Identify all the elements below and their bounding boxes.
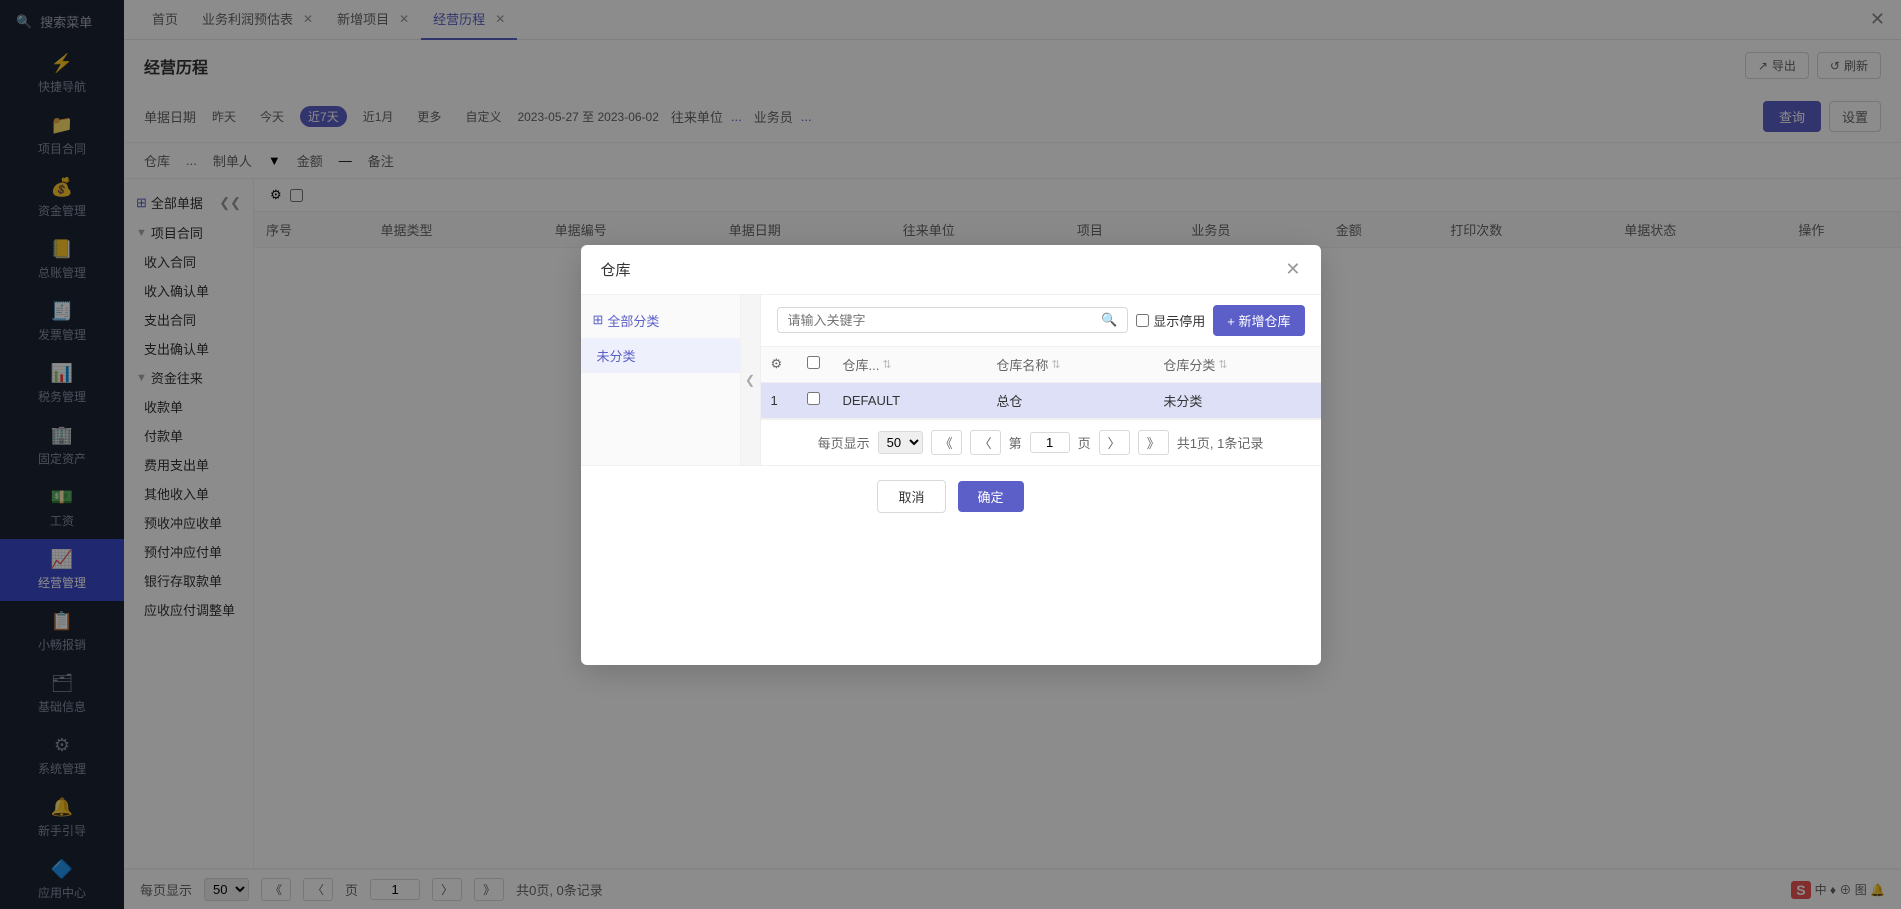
modal-th-code-label: 仓库... <box>843 355 880 374</box>
modal-th-category-label: 仓库分类 <box>1163 355 1215 374</box>
modal-sidebar-all-label: 全部分类 <box>607 311 659 330</box>
modal-table-wrap: ⚙ 仓库... ⇅ <box>761 347 1321 419</box>
sort-icon-code: ⇅ <box>882 358 891 371</box>
modal-per-page-select[interactable]: 50 <box>878 431 923 454</box>
show-disabled-text: 显示停用 <box>1153 311 1205 330</box>
modal-header: 仓库 ✕ <box>581 245 1321 295</box>
search-icon-modal: 🔍 <box>1101 312 1117 328</box>
modal-sidebar-unclassified[interactable]: 未分类 <box>581 338 740 373</box>
modal-th-gear: ⚙ <box>761 347 797 383</box>
modal-body: ⊞ 全部分类 未分类 ❮ 🔍 显示停用 <box>581 295 1321 465</box>
modal-td-checkbox-1 <box>797 382 833 418</box>
modal-total: 共1页, 1条记录 <box>1177 433 1264 452</box>
show-disabled-checkbox[interactable] <box>1136 314 1149 327</box>
search-box: 🔍 <box>777 307 1129 333</box>
modal-confirm-button[interactable]: 确定 <box>958 481 1024 512</box>
warehouse-modal: 仓库 ✕ ⊞ 全部分类 未分类 ❮ 🔍 <box>581 245 1321 665</box>
modal-table-row-1[interactable]: 1 DEFAULT 总仓 未分类 <box>761 382 1321 418</box>
modal-collapse-icon: ❮ <box>745 373 755 387</box>
modal-sidebar-all[interactable]: ⊞ 全部分类 <box>581 303 740 338</box>
modal-prev-btn[interactable]: 〈 <box>970 430 1001 455</box>
modal-next-btn[interactable]: 〉 <box>1099 430 1130 455</box>
modal-th-name: 仓库名称 ⇅ <box>986 347 1153 383</box>
modal-td-name-1: 总仓 <box>986 382 1153 418</box>
modal-sidebar-unclassified-label: 未分类 <box>597 349 636 364</box>
sort-icon-name: ⇅ <box>1051 358 1060 371</box>
add-warehouse-button[interactable]: + 新增仓库 <box>1213 305 1304 336</box>
modal-page-label: 页 <box>1078 433 1091 452</box>
modal-th-name-sort[interactable]: 仓库名称 ⇅ <box>996 355 1143 374</box>
modal-page-input[interactable] <box>1030 432 1070 453</box>
modal-th-code: 仓库... ⇅ <box>833 347 987 383</box>
modal-last-btn[interactable]: 》 <box>1138 430 1169 455</box>
modal-toolbar: 🔍 显示停用 + 新增仓库 <box>761 295 1321 347</box>
modal-th-name-label: 仓库名称 <box>996 355 1048 374</box>
modal-row1-checkbox[interactable] <box>807 392 820 405</box>
modal-th-category-sort[interactable]: 仓库分类 ⇅ <box>1163 355 1310 374</box>
modal-sidebar: ⊞ 全部分类 未分类 <box>581 295 741 465</box>
modal-main: 🔍 显示停用 + 新增仓库 ⚙ <box>761 295 1321 465</box>
sort-icon-category: ⇅ <box>1218 358 1227 371</box>
warehouse-search-input[interactable] <box>788 313 1096 328</box>
modal-select-all-checkbox[interactable] <box>807 356 820 369</box>
modal-collapse-strip[interactable]: ❮ <box>741 295 761 465</box>
modal-page-word: 第 <box>1009 433 1022 452</box>
modal-per-page-label: 每页显示 <box>818 433 870 452</box>
modal-table: ⚙ 仓库... ⇅ <box>761 347 1321 419</box>
modal-pagination: 每页显示 50 《 〈 第 页 〉 》 共1页, 1条记录 <box>761 419 1321 465</box>
modal-td-category-1: 未分类 <box>1153 382 1320 418</box>
modal-th-checkbox <box>797 347 833 383</box>
modal-first-btn[interactable]: 《 <box>931 430 962 455</box>
modal-footer: 取消 确定 <box>581 465 1321 527</box>
gear-icon-modal-th[interactable]: ⚙ <box>771 356 783 371</box>
show-disabled-label: 显示停用 <box>1136 311 1205 330</box>
modal-th-code-sort[interactable]: 仓库... ⇅ <box>843 355 977 374</box>
modal-td-code-1: DEFAULT <box>833 382 987 418</box>
modal-title: 仓库 <box>601 259 631 280</box>
grid-icon-modal: ⊞ <box>593 312 604 328</box>
modal-close-button[interactable]: ✕ <box>1285 259 1300 280</box>
modal-th-category: 仓库分类 ⇅ <box>1153 347 1320 383</box>
modal-cancel-button[interactable]: 取消 <box>877 480 945 513</box>
modal-td-index-1: 1 <box>761 382 797 418</box>
